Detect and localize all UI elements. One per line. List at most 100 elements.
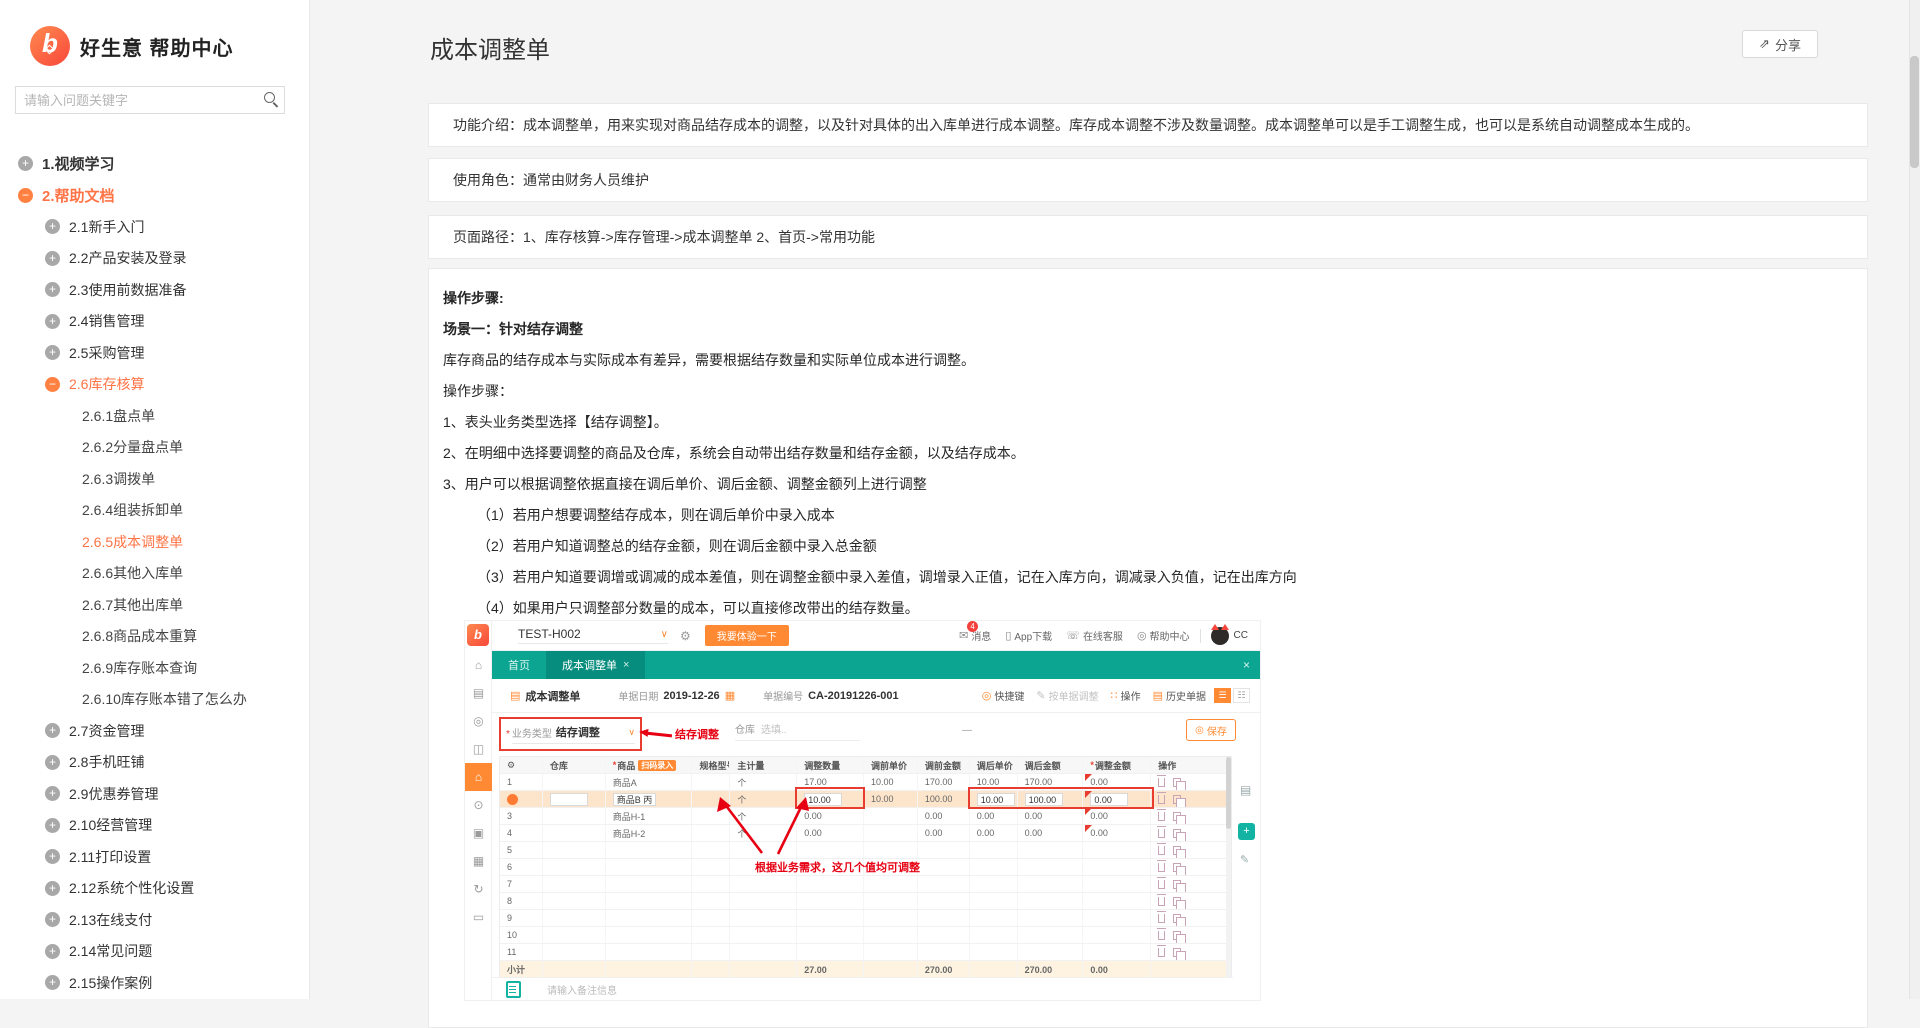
detail-view-icon[interactable]: ☷ — [1233, 688, 1250, 703]
delete-icon[interactable] — [1157, 876, 1167, 889]
topbar-item-help-center[interactable]: ◎ 帮助中心 — [1137, 628, 1190, 643]
sidebar-item[interactable]: −2.帮助文档 — [0, 180, 309, 212]
expand-icon[interactable]: + — [45, 723, 60, 739]
gear-icon[interactable]: ⚙ — [680, 629, 691, 643]
topbar-item-app-download[interactable]: ▯ App下载 — [1005, 628, 1052, 643]
topbar-item-online-service[interactable]: ☏ 在线客服 — [1066, 628, 1123, 643]
sidebar-item[interactable]: +2.8手机旺铺 — [0, 747, 309, 779]
warehouse-field[interactable]: 仓库 选填.. — [735, 721, 860, 741]
sidebar-item[interactable]: +1.视频学习 — [0, 148, 309, 180]
expand-icon[interactable]: + — [1238, 823, 1255, 840]
warehouse-icon[interactable]: ⌂ — [465, 763, 492, 791]
calendar-icon[interactable]: ▤ — [465, 679, 492, 707]
refresh-icon[interactable]: ↻ — [465, 875, 492, 903]
expand-icon[interactable]: + — [45, 880, 60, 896]
sidebar-item[interactable]: +2.7资金管理 — [0, 715, 309, 747]
scan-entry-badge[interactable]: 扫码录入 — [638, 759, 677, 771]
expand-icon[interactable]: + — [45, 282, 60, 298]
sidebar-item[interactable]: +2.10经营管理 — [0, 810, 309, 842]
sidebar-item[interactable]: 2.6.2分量盘点单 — [0, 432, 309, 464]
table-scrollbar[interactable] — [1226, 757, 1231, 977]
copy-icon[interactable] — [1173, 930, 1187, 943]
sidebar-item[interactable]: +2.2产品安装及登录 — [0, 243, 309, 275]
company-select[interactable]: TEST-H002 ∨ — [518, 627, 668, 644]
sidebar-item[interactable]: 2.6.1盘点单 — [0, 400, 309, 432]
copy-icon[interactable] — [1173, 794, 1187, 807]
topbar-item-message[interactable]: ✉ 4 消息 — [959, 621, 991, 643]
expand-icon[interactable]: + — [45, 219, 60, 235]
sidebar-item[interactable]: +2.14常见问题 — [0, 936, 309, 968]
search-input[interactable] — [16, 92, 260, 108]
doc-tab[interactable]: ▤ 成本调整单 — [510, 688, 580, 704]
delete-icon[interactable] — [1157, 944, 1167, 957]
sidebar-item[interactable]: +2.13在线支付 — [0, 904, 309, 936]
sidebar-item[interactable]: +2.15操作案例 — [0, 967, 309, 999]
sidebar-item[interactable]: 2.6.7其他出库单 — [0, 589, 309, 621]
expand-icon[interactable]: + — [45, 817, 60, 833]
expand-icon[interactable]: + — [45, 345, 60, 361]
sidebar-item[interactable]: +2.12系统个性化设置 — [0, 873, 309, 905]
bag-icon[interactable]: ◫ — [465, 735, 492, 763]
share-button[interactable]: ⇗ 分享 — [1742, 30, 1818, 58]
copy-icon[interactable] — [1173, 777, 1187, 790]
pen-icon[interactable]: ✎ — [1240, 853, 1249, 866]
copy-icon[interactable] — [1173, 845, 1187, 858]
doc-date-field[interactable]: 单据日期 2019-12-26 ▦ — [618, 688, 735, 704]
cell-input-aamt[interactable]: 100.00 — [1024, 792, 1063, 806]
sidebar-item[interactable]: 2.6.9库存账本查询 — [0, 652, 309, 684]
cell-input-prod[interactable]: 商品B 丙 — [612, 792, 657, 806]
expand-icon[interactable]: + — [45, 975, 60, 991]
remark-bar[interactable]: 请输入备注信息 — [492, 977, 1233, 1000]
copy-icon[interactable] — [1173, 862, 1187, 875]
toolbar-shortcut[interactable]: ◎ 快捷键 — [982, 688, 1025, 703]
cell-input-aprice[interactable]: 10.00 — [976, 792, 1015, 806]
avatar[interactable] — [1210, 623, 1229, 645]
sidebar-search[interactable] — [15, 86, 285, 114]
expand-icon[interactable]: + — [45, 943, 60, 959]
close-all-icon[interactable]: × — [1243, 658, 1250, 672]
lock-icon[interactable]: ⊙ — [465, 791, 492, 819]
expand-icon[interactable]: + — [45, 250, 60, 266]
cell-input-adj[interactable]: 0.00 — [1090, 792, 1129, 806]
copy-icon[interactable] — [1173, 913, 1187, 926]
store-icon[interactable]: ▦ — [465, 847, 492, 875]
search-icon[interactable] — [260, 88, 284, 112]
expand-icon[interactable]: + — [18, 156, 33, 172]
sidebar-item[interactable]: 2.6.6其他入库单 — [0, 558, 309, 590]
sidebar-item[interactable]: 2.6.5成本调整单 — [0, 526, 309, 558]
sidebar-item[interactable]: +2.1新手入门 — [0, 211, 309, 243]
sidebar-item[interactable]: +2.4销售管理 — [0, 306, 309, 338]
list-view-icon[interactable]: ☰ — [1214, 688, 1231, 703]
delete-icon[interactable] — [1157, 859, 1167, 872]
sidebar-item[interactable]: 2.6.3调拨单 — [0, 463, 309, 495]
collapse-icon[interactable]: − — [45, 376, 60, 392]
sidebar-item[interactable]: −2.6库存核算 — [0, 369, 309, 401]
delete-icon[interactable] — [1157, 808, 1167, 821]
copy-icon[interactable] — [1173, 896, 1187, 909]
sidebar-item[interactable]: +2.3使用前数据准备 — [0, 274, 309, 306]
badge-icon[interactable]: ◎ — [465, 707, 492, 735]
close-icon[interactable]: × — [623, 659, 629, 671]
scrollbar-thumb[interactable] — [1910, 56, 1919, 168]
report-icon[interactable]: ▭ — [465, 903, 492, 931]
trial-button[interactable]: 我要体验一下 — [704, 625, 789, 646]
toolbar-operation[interactable]: ∷ 操作 — [1111, 688, 1141, 703]
app-tab[interactable]: 成本调整单 × — [546, 651, 646, 679]
gear-icon[interactable]: ⚙ — [507, 760, 515, 771]
delete-icon[interactable] — [1157, 927, 1167, 940]
biz-type-field[interactable]: * 业务类型 结存调整 ∨ — [499, 717, 642, 751]
copy-icon[interactable] — [1173, 828, 1187, 841]
cell-input-wh[interactable] — [549, 792, 588, 806]
home-icon[interactable]: ⌂ — [465, 651, 492, 679]
expand-icon[interactable]: + — [45, 313, 60, 329]
box-icon[interactable]: ▣ — [465, 819, 492, 847]
delete-icon[interactable] — [1157, 825, 1167, 838]
delete-icon[interactable] — [1157, 842, 1167, 855]
toolbar-adjust-by-doc[interactable]: ✎ 按单据调整 — [1036, 688, 1098, 703]
expand-icon[interactable]: + — [45, 754, 60, 770]
copy-icon[interactable] — [1173, 947, 1187, 960]
app-tab[interactable]: 首页 — [492, 651, 546, 679]
expand-icon[interactable]: + — [45, 912, 60, 928]
sidebar-item[interactable]: 2.6.8商品成本重算 — [0, 621, 309, 653]
expand-icon[interactable]: + — [45, 786, 60, 802]
